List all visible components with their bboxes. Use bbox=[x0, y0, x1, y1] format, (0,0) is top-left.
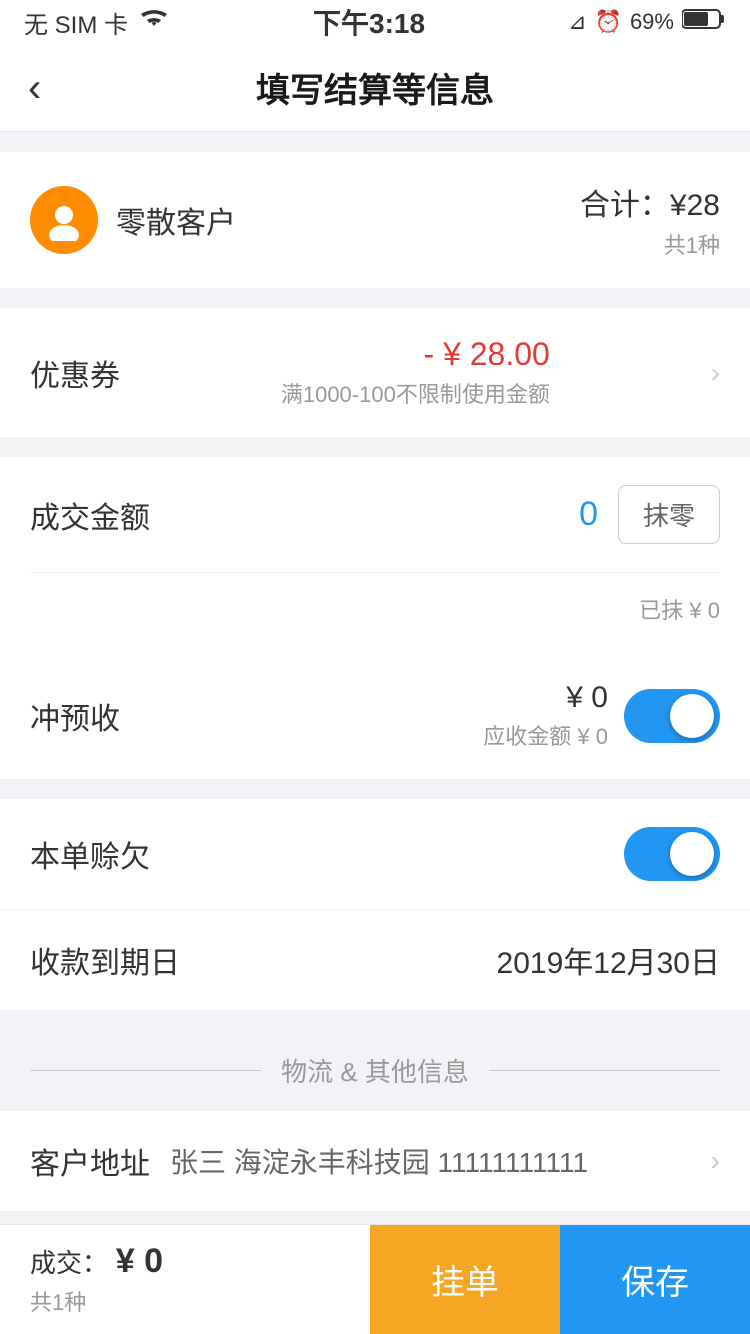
avatar bbox=[30, 186, 98, 254]
bottom-deal-label: 成交： bbox=[30, 1248, 108, 1278]
divider-2 bbox=[0, 437, 750, 457]
coupon-discount: - ¥ 28.00 bbox=[281, 336, 550, 373]
status-bar: 无 SIM 卡 下午3:18 ⊿ ⏰ 69% bbox=[0, 0, 750, 44]
divider-3 bbox=[0, 779, 750, 799]
coupon-label: 优惠券 bbox=[30, 351, 120, 395]
coupon-description: 满1000-100不限制使用金额 bbox=[281, 377, 550, 409]
deal-amount-value: 0 bbox=[579, 495, 598, 534]
main-content: 零散客户 合计：¥28 共1种 优惠券 - ¥ 28.00 满1000-100不… bbox=[0, 152, 750, 1321]
customer-name: 零散客户 bbox=[116, 198, 236, 242]
hang-button[interactable]: 挂单 bbox=[370, 1225, 560, 1334]
bottom-summary: 成交： ¥ 0 共1种 bbox=[0, 1242, 370, 1317]
round-zero-button[interactable]: 抹零 bbox=[618, 485, 720, 544]
address-label: 客户地址 bbox=[30, 1139, 150, 1183]
save-button[interactable]: 保存 bbox=[560, 1225, 750, 1334]
battery-text: 69% bbox=[630, 9, 674, 35]
debt-card: 本单赊欠 收款到期日 2019年12月30日 bbox=[0, 799, 750, 1010]
deal-amount-row: 成交金额 0 抹零 bbox=[30, 457, 720, 573]
divider-line-left bbox=[30, 1070, 261, 1071]
prepay-sub: 应收金额 ¥ 0 bbox=[483, 719, 608, 751]
toggle-knob bbox=[670, 694, 714, 738]
back-button[interactable]: ‹ bbox=[28, 68, 41, 108]
alarm-icon: ⏰ bbox=[595, 9, 622, 35]
divider-4 bbox=[0, 1010, 750, 1030]
due-date-row: 收款到期日 2019年12月30日 bbox=[0, 910, 750, 1010]
sim-status: 无 SIM 卡 bbox=[24, 5, 128, 40]
divider-1 bbox=[0, 288, 750, 308]
prepay-toggle[interactable] bbox=[624, 689, 720, 743]
debt-row: 本单赊欠 bbox=[0, 799, 750, 910]
address-chevron-icon: › bbox=[711, 1145, 720, 1177]
logistics-divider: 物流 & 其他信息 bbox=[0, 1030, 750, 1111]
prepay-label: 冲预收 bbox=[30, 694, 120, 738]
rounded-amount: 已抹 ¥ 0 bbox=[639, 593, 720, 625]
due-date-label: 收款到期日 bbox=[30, 938, 180, 982]
due-date-value: 2019年12月30日 bbox=[497, 938, 720, 982]
divider-line-right bbox=[489, 1070, 720, 1071]
total-amount: 合计：¥28 bbox=[580, 180, 720, 224]
battery-icon bbox=[682, 8, 726, 36]
wifi-icon bbox=[138, 8, 170, 37]
item-count: 共1种 bbox=[580, 228, 720, 260]
chevron-icon: › bbox=[711, 357, 720, 389]
nav-bar: ‹ 填写结算等信息 bbox=[0, 44, 750, 132]
coupon-section[interactable]: 优惠券 - ¥ 28.00 满1000-100不限制使用金额 › bbox=[0, 308, 750, 437]
bottom-count: 共1种 bbox=[30, 1285, 340, 1317]
deal-amount-label: 成交金额 bbox=[30, 493, 150, 537]
status-right: ⊿ ⏰ 69% bbox=[568, 8, 726, 36]
logistics-label: 物流 & 其他信息 bbox=[281, 1052, 469, 1089]
customer-section: 零散客户 合计：¥28 共1种 bbox=[0, 152, 750, 288]
amount-card: 成交金额 0 抹零 已抹 ¥ 0 冲预收 ¥ 0 应收金额 ¥ 0 bbox=[0, 457, 750, 779]
address-value: 张三 海淀永丰科技园 11111111111 bbox=[170, 1141, 711, 1181]
status-time: 下午3:18 bbox=[313, 2, 425, 42]
debt-toggle[interactable] bbox=[624, 827, 720, 881]
bottom-bar: 成交： ¥ 0 共1种 挂单 保存 bbox=[0, 1224, 750, 1334]
status-left: 无 SIM 卡 bbox=[24, 5, 170, 40]
address-row[interactable]: 客户地址 张三 海淀永丰科技园 11111111111 › bbox=[0, 1111, 750, 1211]
prepay-row: 冲预收 ¥ 0 应收金额 ¥ 0 bbox=[0, 653, 750, 779]
debt-label: 本单赊欠 bbox=[30, 832, 150, 876]
amount-section: 成交金额 0 抹零 已抹 ¥ 0 bbox=[0, 457, 750, 653]
bottom-amount: ¥ 0 bbox=[116, 1242, 163, 1280]
location-icon: ⊿ bbox=[568, 9, 586, 35]
debt-toggle-knob bbox=[670, 832, 714, 876]
prepay-amount: ¥ 0 bbox=[483, 681, 608, 715]
page-title: 填写结算等信息 bbox=[256, 63, 494, 112]
rounded-sub-row: 已抹 ¥ 0 bbox=[30, 573, 720, 653]
